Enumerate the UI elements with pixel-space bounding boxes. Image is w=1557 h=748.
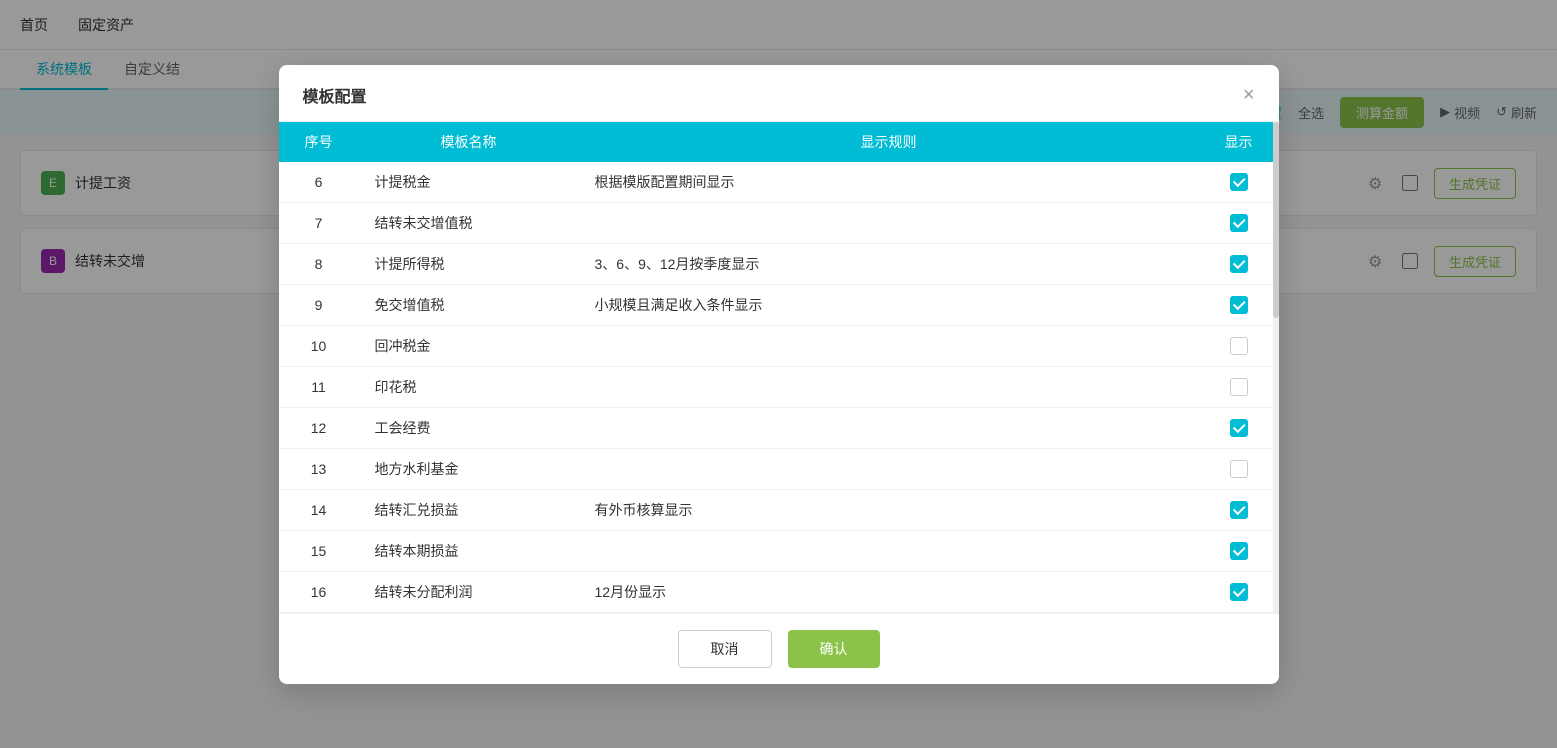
modal-title: 模板配置 bbox=[303, 83, 367, 107]
scrollbar-thumb bbox=[1273, 122, 1279, 318]
cell-rule-4 bbox=[579, 325, 1199, 366]
cell-name-3: 免交增值税 bbox=[359, 284, 579, 325]
cell-seq-2: 8 bbox=[279, 243, 359, 284]
cell-rule-10: 12月份显示 bbox=[579, 571, 1199, 612]
modal-body-inner: 序号 模板名称 显示规则 显示 6计提税金根据模版配置期间显示7结转未交增值税8… bbox=[279, 122, 1279, 613]
cell-seq-9: 15 bbox=[279, 530, 359, 571]
cell-seq-3: 9 bbox=[279, 284, 359, 325]
cell-check-4 bbox=[1199, 325, 1279, 366]
col-rule: 显示规则 bbox=[579, 122, 1199, 162]
cell-name-10: 结转未分配利润 bbox=[359, 571, 579, 612]
cell-check-3 bbox=[1199, 284, 1279, 325]
checkbox-checked-10[interactable] bbox=[1230, 583, 1248, 601]
cell-check-9 bbox=[1199, 530, 1279, 571]
checkbox-checked-6[interactable] bbox=[1230, 419, 1248, 437]
cell-seq-5: 11 bbox=[279, 366, 359, 407]
cell-name-0: 计提税金 bbox=[359, 162, 579, 203]
cell-check-8 bbox=[1199, 489, 1279, 530]
checkbox-empty-4[interactable] bbox=[1230, 337, 1248, 355]
scrollbar-track bbox=[1273, 122, 1279, 613]
cell-rule-9 bbox=[579, 530, 1199, 571]
checkbox-checked-9[interactable] bbox=[1230, 542, 1248, 560]
table-row: 12工会经费 bbox=[279, 407, 1279, 448]
template-config-modal: 模板配置 × 序号 模板名称 显示规则 显示 6计提税金根据模版配置期间显 bbox=[279, 65, 1279, 684]
cell-name-9: 结转本期损益 bbox=[359, 530, 579, 571]
cell-seq-7: 13 bbox=[279, 448, 359, 489]
cell-name-1: 结转未交增值税 bbox=[359, 202, 579, 243]
cell-name-8: 结转汇兑损益 bbox=[359, 489, 579, 530]
col-name: 模板名称 bbox=[359, 122, 579, 162]
cell-seq-1: 7 bbox=[279, 202, 359, 243]
cell-check-10 bbox=[1199, 571, 1279, 612]
checkbox-checked-2[interactable] bbox=[1230, 255, 1248, 273]
checkbox-checked-1[interactable] bbox=[1230, 214, 1248, 232]
config-table: 序号 模板名称 显示规则 显示 6计提税金根据模版配置期间显示7结转未交增值税8… bbox=[279, 122, 1279, 613]
checkbox-checked-0[interactable] bbox=[1230, 173, 1248, 191]
cell-name-6: 工会经费 bbox=[359, 407, 579, 448]
cell-check-0 bbox=[1199, 162, 1279, 203]
cell-rule-1 bbox=[579, 202, 1199, 243]
col-seq: 序号 bbox=[279, 122, 359, 162]
cell-rule-6 bbox=[579, 407, 1199, 448]
confirm-btn[interactable]: 确认 bbox=[788, 630, 880, 668]
modal-body: 序号 模板名称 显示规则 显示 6计提税金根据模版配置期间显示7结转未交增值税8… bbox=[279, 122, 1279, 613]
checkbox-checked-8[interactable] bbox=[1230, 501, 1248, 519]
table-row: 16结转未分配利润12月份显示 bbox=[279, 571, 1279, 612]
table-row: 14结转汇兑损益有外币核算显示 bbox=[279, 489, 1279, 530]
modal-header: 模板配置 × bbox=[279, 65, 1279, 122]
table-row: 9免交增值税小规模且满足收入条件显示 bbox=[279, 284, 1279, 325]
cell-name-7: 地方水利基金 bbox=[359, 448, 579, 489]
table-row: 6计提税金根据模版配置期间显示 bbox=[279, 162, 1279, 203]
cell-name-5: 印花税 bbox=[359, 366, 579, 407]
cell-rule-0: 根据模版配置期间显示 bbox=[579, 162, 1199, 203]
modal-overlay: 模板配置 × 序号 模板名称 显示规则 显示 6计提税金根据模版配置期间显 bbox=[0, 0, 1557, 748]
cell-seq-6: 12 bbox=[279, 407, 359, 448]
table-row: 11印花税 bbox=[279, 366, 1279, 407]
cell-name-2: 计提所得税 bbox=[359, 243, 579, 284]
cell-seq-8: 14 bbox=[279, 489, 359, 530]
table-row: 7结转未交增值税 bbox=[279, 202, 1279, 243]
cell-check-2 bbox=[1199, 243, 1279, 284]
modal-close-btn[interactable]: × bbox=[1243, 85, 1255, 105]
cell-rule-7 bbox=[579, 448, 1199, 489]
cell-seq-0: 6 bbox=[279, 162, 359, 203]
checkbox-empty-7[interactable] bbox=[1230, 460, 1248, 478]
table-row: 13地方水利基金 bbox=[279, 448, 1279, 489]
cell-seq-4: 10 bbox=[279, 325, 359, 366]
cell-rule-5 bbox=[579, 366, 1199, 407]
cell-rule-3: 小规模且满足收入条件显示 bbox=[579, 284, 1199, 325]
cell-rule-8: 有外币核算显示 bbox=[579, 489, 1199, 530]
table-body: 6计提税金根据模版配置期间显示7结转未交增值税8计提所得税3、6、9、12月按季… bbox=[279, 162, 1279, 613]
table-row: 8计提所得税3、6、9、12月按季度显示 bbox=[279, 243, 1279, 284]
checkbox-empty-5[interactable] bbox=[1230, 378, 1248, 396]
checkbox-checked-3[interactable] bbox=[1230, 296, 1248, 314]
cancel-btn[interactable]: 取消 bbox=[678, 630, 772, 668]
cell-check-1 bbox=[1199, 202, 1279, 243]
cell-check-5 bbox=[1199, 366, 1279, 407]
table-row: 15结转本期损益 bbox=[279, 530, 1279, 571]
cell-rule-2: 3、6、9、12月按季度显示 bbox=[579, 243, 1199, 284]
col-display: 显示 bbox=[1199, 122, 1279, 162]
modal-footer: 取消 确认 bbox=[279, 613, 1279, 684]
table-header: 序号 模板名称 显示规则 显示 bbox=[279, 122, 1279, 162]
table-row: 10回冲税金 bbox=[279, 325, 1279, 366]
cell-seq-10: 16 bbox=[279, 571, 359, 612]
cell-name-4: 回冲税金 bbox=[359, 325, 579, 366]
cell-check-6 bbox=[1199, 407, 1279, 448]
cell-check-7 bbox=[1199, 448, 1279, 489]
